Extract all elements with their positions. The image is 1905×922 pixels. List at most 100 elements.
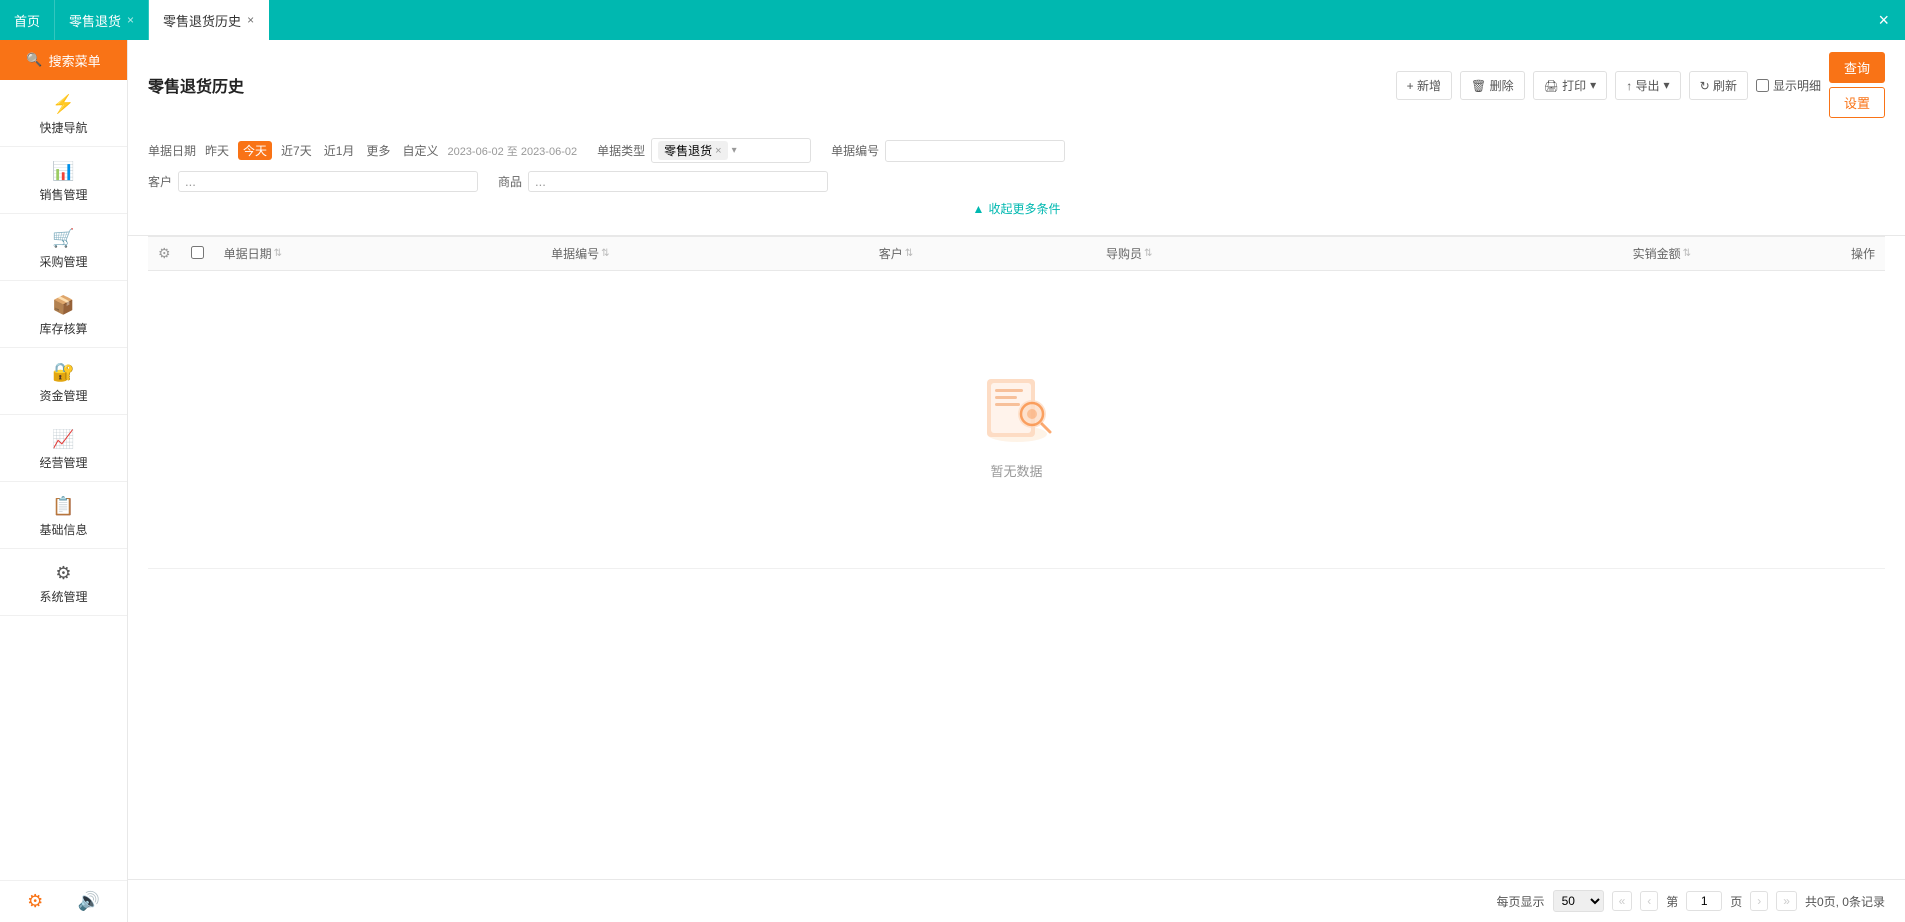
date-btn-today[interactable]: 今天 xyxy=(238,141,272,160)
next-page-button[interactable]: › xyxy=(1750,891,1768,911)
empty-state-row: 暂无数据 xyxy=(148,271,1885,569)
tab-home-label: 首页 xyxy=(14,11,40,30)
doc-type-label: 单据类型 xyxy=(597,142,645,159)
empty-state-text: 暂无数据 xyxy=(990,461,1042,480)
query-button[interactable]: 查询 xyxy=(1829,52,1885,83)
tab-home[interactable]: 首页 xyxy=(0,0,55,40)
settings-button-label: 设置 xyxy=(1844,96,1870,111)
collapse-icon: ▲ xyxy=(973,202,985,216)
last-page-button[interactable]: » xyxy=(1776,891,1797,911)
window-close-button[interactable]: × xyxy=(1862,10,1905,31)
th-customer-sort-icon[interactable]: ⇅ xyxy=(905,248,913,259)
doc-type-input[interactable]: 零售退货 × ▾ xyxy=(651,138,811,163)
print-button[interactable]: 🖨 打印 ▾ xyxy=(1533,71,1608,100)
doc-type-tag-close[interactable]: × xyxy=(715,145,721,157)
doc-type-dropdown-arrow[interactable]: ▾ xyxy=(732,145,737,156)
sidebar-item-sales-mgmt-label: 销售管理 xyxy=(39,186,87,203)
customer-label: 客户 xyxy=(148,173,172,190)
page-input[interactable] xyxy=(1686,891,1722,911)
inventory-icon: 📦 xyxy=(52,295,74,316)
sidebar-item-system-mgmt[interactable]: ⚙ 系统管理 xyxy=(0,549,127,616)
collapse-button[interactable]: ▲ 收起更多条件 xyxy=(148,200,1885,217)
page-size-select[interactable]: 20 50 100 xyxy=(1553,890,1604,912)
query-button-label: 查询 xyxy=(1844,61,1870,76)
th-guide-sort-icon[interactable]: ⇅ xyxy=(1144,248,1152,259)
table-header-row: ⚙ 单据日期 ⇅ 单据编号 xyxy=(148,237,1885,271)
sidebar-item-operation-label: 经营管理 xyxy=(39,454,87,471)
prev-page-button[interactable]: ‹ xyxy=(1640,891,1658,911)
date-range-display: 2023-06-02 至 2023-06-02 xyxy=(447,143,577,159)
tab-retail-return-close[interactable]: × xyxy=(127,13,134,27)
th-guide: 导购员 ⇅ xyxy=(1096,237,1373,271)
doc-type-tag: 零售退货 × xyxy=(658,141,727,160)
sidebar-item-sales-mgmt[interactable]: 📊 销售管理 xyxy=(0,147,127,214)
toolbar: + 新增 🗑 删除 🖨 打印 ▾ ↑ 导出 ▾ ↻ 刷新 xyxy=(1396,52,1885,118)
customer-filter: 客户 ... xyxy=(148,171,478,192)
th-doc-no-label: 单据编号 xyxy=(551,245,599,262)
settings-button[interactable]: 设置 xyxy=(1829,87,1885,118)
sidebar-item-system-mgmt-label: 系统管理 xyxy=(39,588,87,605)
date-btn-7days[interactable]: 近7天 xyxy=(278,141,315,160)
select-all-checkbox[interactable] xyxy=(191,246,204,259)
doc-no-input[interactable] xyxy=(885,140,1065,162)
page-header: 零售退货历史 + 新增 🗑 删除 🖨 打印 ▾ ↑ 导出 ▾ xyxy=(128,40,1905,236)
export-dropdown-icon: ▾ xyxy=(1664,78,1670,92)
date-filter-buttons: 昨天 今天 近7天 近1月 更多 自定义 xyxy=(202,141,441,160)
table-container: ⚙ 单据日期 ⇅ 单据编号 xyxy=(128,236,1905,879)
first-page-button[interactable]: « xyxy=(1612,891,1633,911)
sidebar-item-inventory-label: 库存核算 xyxy=(39,320,87,337)
top-bar: 首页 零售退货 × 零售退货历史 × × xyxy=(0,0,1905,40)
table-body: 暂无数据 xyxy=(148,271,1885,569)
tab-retail-return[interactable]: 零售退货 × xyxy=(55,0,149,40)
show-detail-label: 显示明细 xyxy=(1773,77,1821,94)
date-btn-custom[interactable]: 自定义 xyxy=(399,141,441,160)
th-doc-date-label: 单据日期 xyxy=(224,245,272,262)
sidebar-item-purchase-mgmt-label: 采购管理 xyxy=(39,253,87,270)
page-unit-label: 页 xyxy=(1730,893,1742,910)
tab-retail-return-history[interactable]: 零售退货历史 × xyxy=(149,0,269,40)
date-btn-1month[interactable]: 近1月 xyxy=(321,141,358,160)
empty-state: 暂无数据 xyxy=(158,279,1875,560)
goods-input[interactable]: ... xyxy=(528,171,828,192)
table-head: ⚙ 单据日期 ⇅ 单据编号 xyxy=(148,237,1885,271)
export-button[interactable]: ↑ 导出 ▾ xyxy=(1615,71,1680,100)
column-settings-button[interactable]: ⚙ xyxy=(158,245,171,262)
pagination-bar: 每页显示 20 50 100 « ‹ 第 页 › » 共0页, 0条记录 xyxy=(128,879,1905,922)
refresh-button[interactable]: ↻ 刷新 xyxy=(1689,71,1748,100)
sidebar-item-purchase-mgmt[interactable]: 🛒 采购管理 xyxy=(0,214,127,281)
sidebar-item-inventory[interactable]: 📦 库存核算 xyxy=(0,281,127,348)
sidebar-item-basic-info[interactable]: 📋 基础信息 xyxy=(0,482,127,549)
th-checkbox xyxy=(181,237,214,271)
customer-ellipsis[interactable]: ... xyxy=(185,174,196,189)
sidebar-item-finance[interactable]: 🔐 资金管理 xyxy=(0,348,127,415)
filter-row-1: 单据日期 昨天 今天 近7天 近1月 更多 自定义 2023-06-02 至 2… xyxy=(148,138,1885,163)
th-amount-sort-icon[interactable]: ⇅ xyxy=(1683,248,1691,259)
th-actions-label: 操作 xyxy=(1851,247,1875,261)
main-layout: 🔍 搜索菜单 ⚡ 快捷导航 📊 销售管理 🛒 采购管理 📦 库存核算 🔐 资金管… xyxy=(0,40,1905,922)
sales-mgmt-icon: 📊 xyxy=(52,161,74,182)
th-actions: 操作 xyxy=(1701,237,1885,271)
delete-button[interactable]: 🗑 删除 xyxy=(1460,71,1525,100)
th-amount: 实销金额 ⇅ xyxy=(1373,237,1701,271)
date-filter-label: 单据日期 xyxy=(148,142,196,159)
goods-ellipsis[interactable]: ... xyxy=(535,174,546,189)
date-btn-more[interactable]: 更多 xyxy=(363,141,393,160)
new-button[interactable]: + 新增 xyxy=(1396,71,1452,100)
sidebar-search[interactable]: 🔍 搜索菜单 xyxy=(0,40,127,80)
show-detail-checkbox-label: 显示明细 xyxy=(1756,77,1821,94)
th-guide-label: 导购员 xyxy=(1106,245,1142,262)
th-customer: 客户 ⇅ xyxy=(869,237,1096,271)
sidebar-item-basic-info-label: 基础信息 xyxy=(39,521,87,538)
th-doc-date-sort-icon[interactable]: ⇅ xyxy=(274,248,282,259)
show-detail-checkbox[interactable] xyxy=(1756,79,1769,92)
th-doc-no-sort-icon[interactable]: ⇅ xyxy=(601,248,609,259)
sidebar-item-operation[interactable]: 📈 经营管理 xyxy=(0,415,127,482)
sidebar-item-quick-nav[interactable]: ⚡ 快捷导航 xyxy=(0,80,127,147)
basic-info-icon: 📋 xyxy=(52,496,74,517)
date-btn-yesterday[interactable]: 昨天 xyxy=(202,141,232,160)
sidebar-audio-icon[interactable]: 🔊 xyxy=(77,891,99,912)
finance-icon: 🔐 xyxy=(52,362,74,383)
sidebar-settings-icon[interactable]: ⚙ xyxy=(27,891,43,912)
customer-input[interactable]: ... xyxy=(178,171,478,192)
tab-retail-return-history-close[interactable]: × xyxy=(247,13,254,27)
